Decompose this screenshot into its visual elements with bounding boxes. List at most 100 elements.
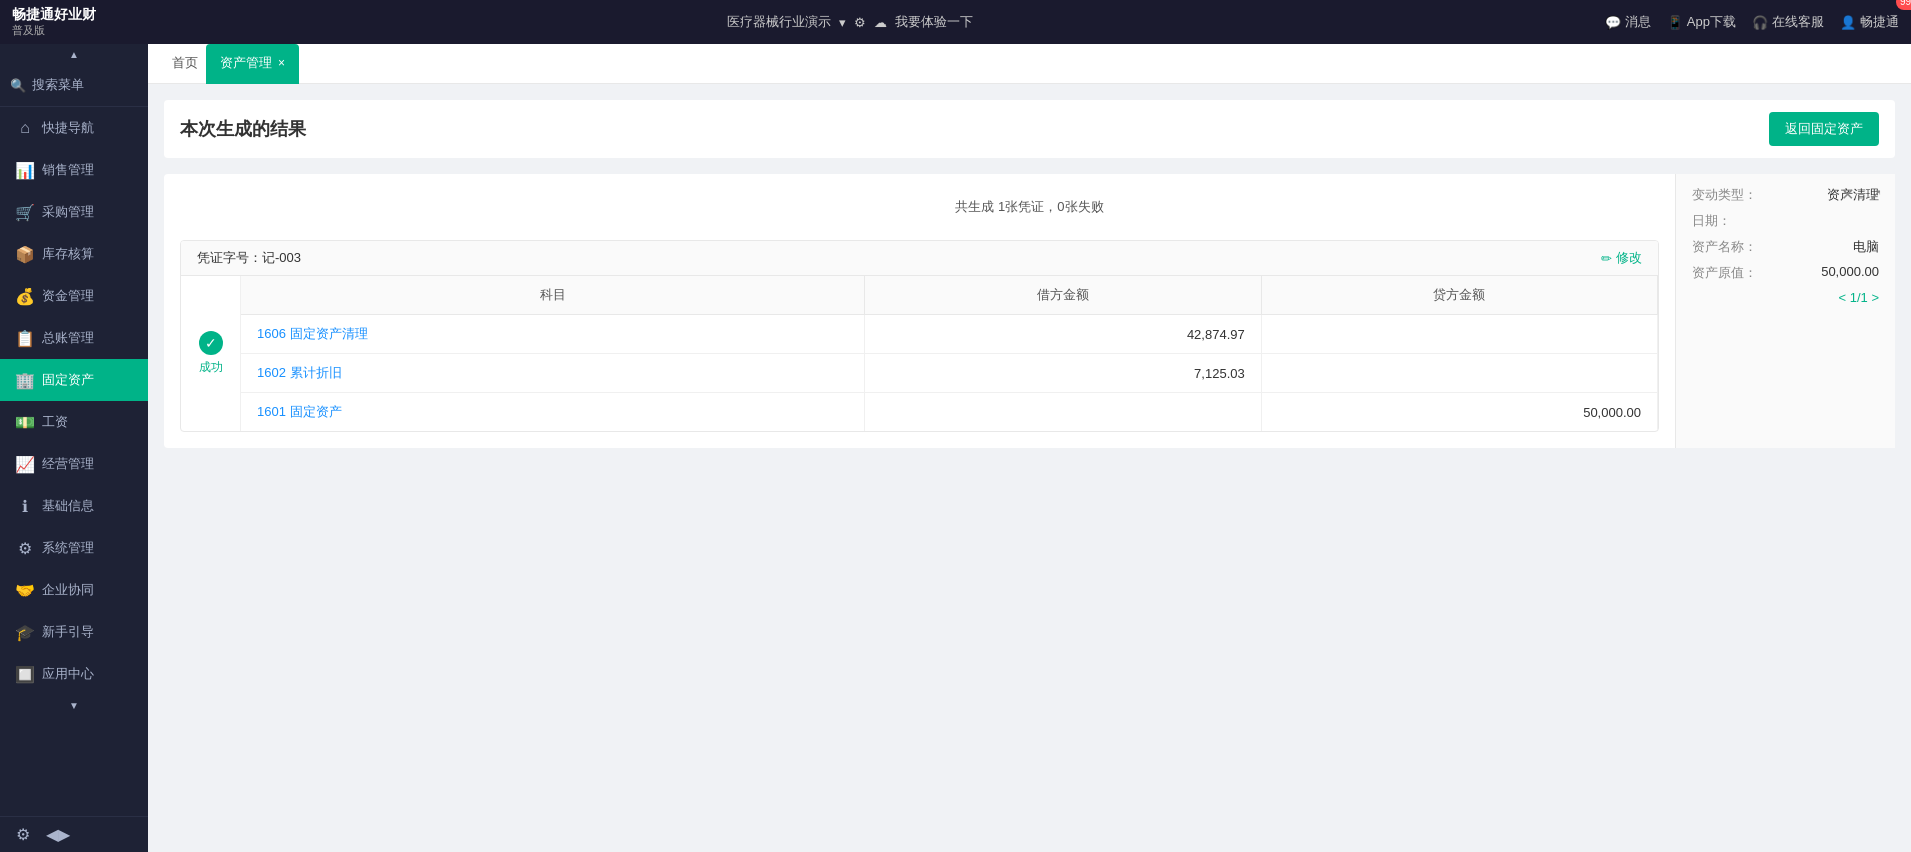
sidebar-item-enterprise[interactable]: 🤝 企业协同 (0, 569, 148, 611)
feedback-label[interactable]: 我要体验一下 (895, 13, 973, 31)
scroll-up[interactable]: ▲ (68, 48, 80, 60)
search-label: 搜索菜单 (32, 76, 84, 94)
sidebar-item-system[interactable]: ⚙ 系统管理 (0, 527, 148, 569)
sales-label: 销售管理 (42, 161, 94, 179)
asset-name-value: 电脑 (1853, 238, 1879, 256)
col-subject: 科目 (241, 276, 865, 315)
search-icon: 🔍 (10, 78, 26, 93)
page-title: 本次生成的结果 (180, 117, 306, 141)
result-summary: 共生成 1张凭证，0张失败 (180, 190, 1879, 224)
scroll-down[interactable]: ▼ (68, 699, 80, 711)
company-dropdown-icon[interactable]: ▾ (839, 15, 846, 30)
sidebar-item-inventory[interactable]: 📦 库存核算 (0, 233, 148, 275)
success-label: 成功 (199, 359, 223, 376)
asset-name-label: 资产名称： (1692, 238, 1757, 256)
row2-subject: 1602 累计折旧 (241, 354, 865, 393)
salary-icon: 💵 (16, 413, 34, 431)
purchase-icon: 🛒 (16, 203, 34, 221)
logo-main: 畅捷通好业财 (12, 6, 96, 23)
sidebar-item-fixed-assets[interactable]: 🏢 固定资产 (0, 359, 148, 401)
row1-credit (1261, 315, 1657, 354)
logo: 畅捷通好业财 普及版 (12, 6, 96, 38)
col-debit: 借方金额 (865, 276, 1261, 315)
salary-label: 工资 (42, 413, 68, 431)
user-btn[interactable]: 👤 畅捷通 (1840, 13, 1899, 31)
edit-btn[interactable]: ✏ 修改 (1601, 249, 1642, 267)
company-name: 医疗器械行业演示 (727, 13, 831, 31)
collapse-icon[interactable]: ◀▶ (46, 825, 70, 844)
guide-label: 新手引导 (42, 623, 94, 641)
row3-debit (865, 393, 1261, 432)
original-value-row: 资产原值： 50,000.00 (1692, 264, 1879, 282)
notification-badge: 99+ (1896, 0, 1911, 10)
table-row: 1601 固定资产 50,000.00 (241, 393, 1658, 432)
tab-home[interactable]: 首页 (164, 44, 206, 84)
app-center-icon: 🔲 (16, 665, 34, 683)
voucher-block: 凭证字号：记-003 ✏ 修改 ✓ 成功 (180, 240, 1659, 432)
tab-asset-management[interactable]: 资产管理 × (206, 44, 299, 84)
ledger-icon: 📋 (16, 329, 34, 347)
capital-label: 资金管理 (42, 287, 94, 305)
app-center-label: 应用中心 (42, 665, 94, 683)
page-content: 本次生成的结果 返回固定资产 共生成 1张凭证，0张失败 凭证字号：记-003 … (148, 84, 1911, 852)
content-area: 首页 资产管理 × 本次生成的结果 返回固定资产 共生成 1张凭证，0张失败 凭… (148, 44, 1911, 852)
success-column: ✓ 成功 (181, 276, 241, 431)
table-row: 1602 累计折旧 7,125.03 (241, 354, 1658, 393)
sidebar-item-ledger[interactable]: 📋 总账管理 (0, 317, 148, 359)
basic-info-icon: ℹ (16, 497, 34, 515)
search-menu-btn[interactable]: 🔍 搜索菜单 (10, 72, 138, 98)
row1-debit: 42,874.97 (865, 315, 1261, 354)
page-title-bar: 本次生成的结果 返回固定资产 (164, 100, 1895, 158)
sidebar-item-capital[interactable]: 💰 资金管理 (0, 275, 148, 317)
sidebar-item-purchase[interactable]: 🛒 采购管理 (0, 191, 148, 233)
top-header: 畅捷通好业财 普及版 医疗器械行业演示 ▾ ⚙ ☁ 我要体验一下 💬 消息 99… (0, 0, 1911, 44)
notification-btn[interactable]: 💬 消息 99+ (1605, 13, 1651, 31)
fixed-assets-icon: 🏢 (16, 371, 34, 389)
row3-credit: 50,000.00 (1261, 393, 1657, 432)
settings-icon[interactable]: ⚙ (854, 15, 866, 30)
feedback-icon: ☁ (874, 15, 887, 30)
sidebar-item-basic-info[interactable]: ℹ 基础信息 (0, 485, 148, 527)
table-header-row: 科目 借方金额 贷方金额 (241, 276, 1658, 315)
original-value-label: 资产原值： (1692, 264, 1757, 282)
enterprise-icon: 🤝 (16, 581, 34, 599)
close-modal-btn[interactable]: ✕ (1835, 182, 1859, 206)
home-label: 首页 (172, 54, 198, 72)
return-fixed-assets-btn[interactable]: 返回固定资产 (1769, 112, 1879, 146)
purchase-label: 采购管理 (42, 203, 94, 221)
settings-bottom-icon[interactable]: ⚙ (16, 825, 30, 844)
inventory-icon: 📦 (16, 245, 34, 263)
voucher-table: 科目 借方金额 贷方金额 1606 固定资产清理 42,874.97 (241, 276, 1658, 431)
online-service-btn[interactable]: 🎧 在线客服 (1752, 13, 1824, 31)
user-name: 畅捷通 (1860, 13, 1899, 31)
tab-asset-label: 资产管理 (220, 54, 272, 72)
row3-subject: 1601 固定资产 (241, 393, 865, 432)
sidebar-item-guide[interactable]: 🎓 新手引导 (0, 611, 148, 653)
online-service-label: 在线客服 (1772, 13, 1824, 31)
row2-debit: 7,125.03 (865, 354, 1261, 393)
original-value-value: 50,000.00 (1821, 264, 1879, 282)
app-download-btn[interactable]: 📱 App下载 (1667, 13, 1736, 31)
main-layout: ▲ 🔍 搜索菜单 ⌂ 快捷导航 📊 销售管理 🛒 采购管理 📦 库存核算 💰 资… (0, 44, 1911, 852)
notification-icon: 💬 (1605, 15, 1621, 30)
sidebar-item-app-center[interactable]: 🔲 应用中心 (0, 653, 148, 695)
ledger-label: 总账管理 (42, 329, 94, 347)
sidebar: ▲ 🔍 搜索菜单 ⌂ 快捷导航 📊 销售管理 🛒 采购管理 📦 库存核算 💰 资… (0, 44, 148, 852)
sidebar-item-sales[interactable]: 📊 销售管理 (0, 149, 148, 191)
sales-icon: 📊 (16, 161, 34, 179)
sidebar-item-salary[interactable]: 💵 工资 (0, 401, 148, 443)
edit-icon: ✏ (1601, 251, 1612, 266)
page-info: 1/1 (1850, 290, 1872, 305)
success-mark: ✓ 成功 (199, 331, 223, 376)
sidebar-item-quick-nav[interactable]: ⌂ 快捷导航 (0, 107, 148, 149)
inventory-label: 库存核算 (42, 245, 94, 263)
sidebar-item-operations[interactable]: 📈 经营管理 (0, 443, 148, 485)
operations-icon: 📈 (16, 455, 34, 473)
expand-modal-btn[interactable]: ⤢ (1863, 182, 1887, 206)
tab-close-btn[interactable]: × (278, 56, 285, 70)
header-right: 💬 消息 99+ 📱 App下载 🎧 在线客服 👤 畅捷通 (1605, 13, 1899, 31)
next-page-btn[interactable]: > (1871, 290, 1879, 305)
quick-nav-label: 快捷导航 (42, 119, 94, 137)
date-row: 日期： (1692, 212, 1879, 230)
prev-page-btn[interactable]: < (1839, 290, 1847, 305)
